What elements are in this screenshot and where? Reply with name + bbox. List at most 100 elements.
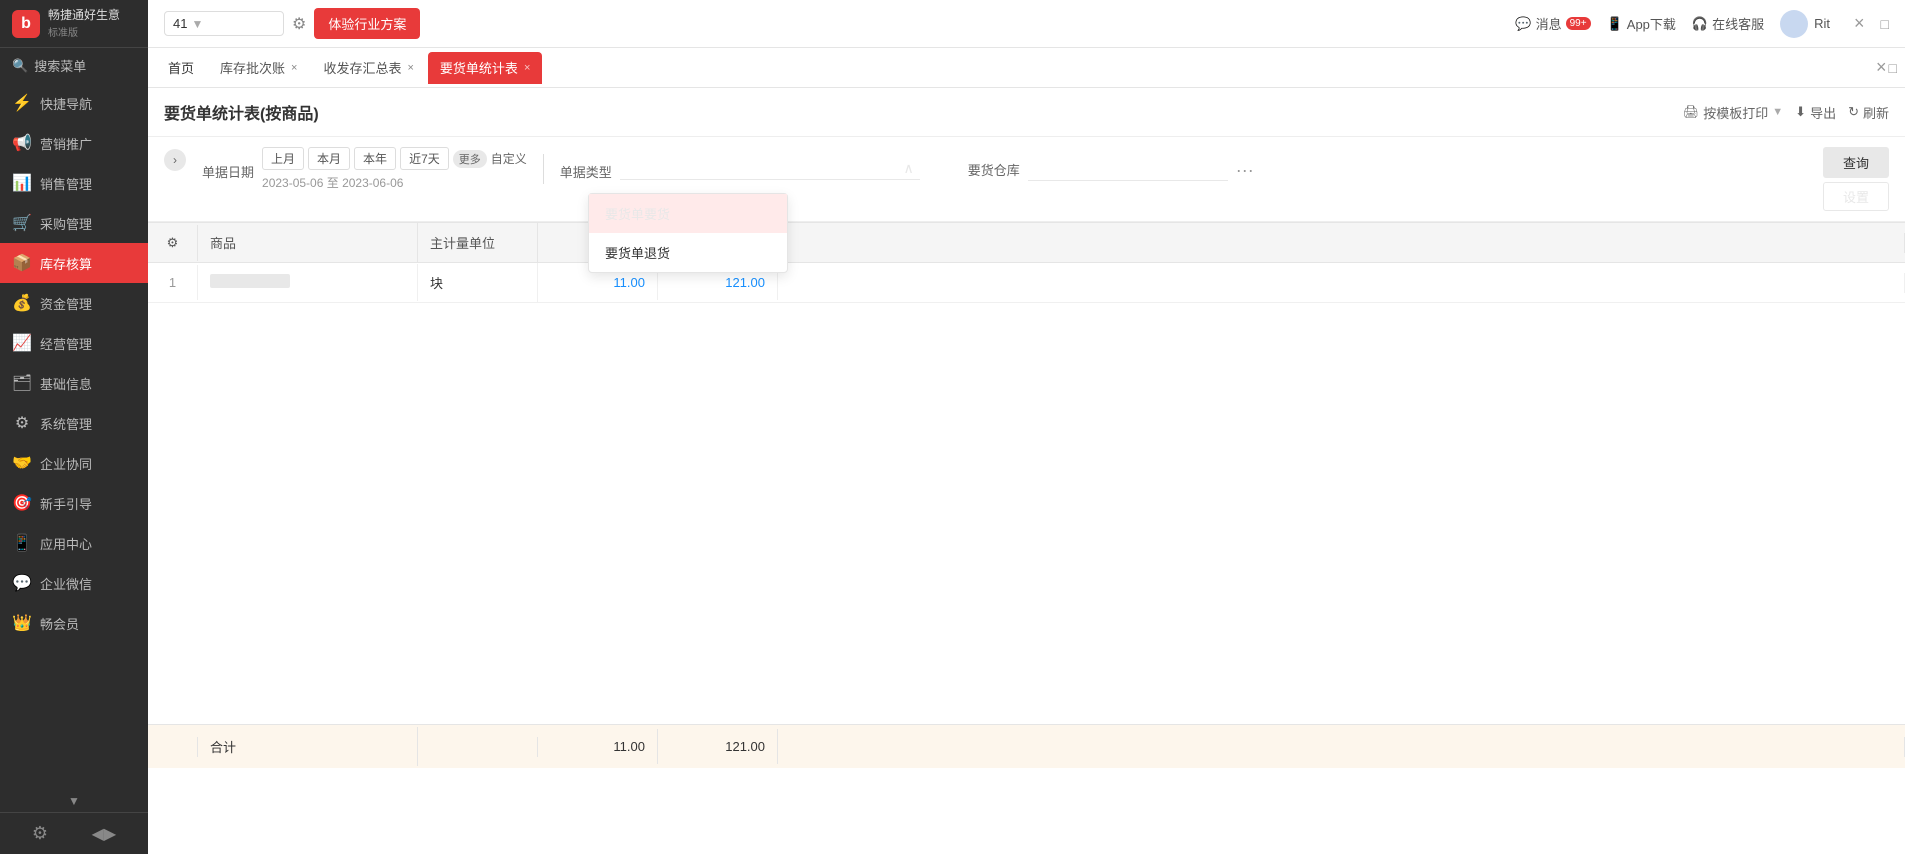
trial-button[interactable]: 体验行业方案 [314, 8, 420, 39]
app-download-button[interactable]: 📱 App下载 [1607, 14, 1676, 33]
sidebar-item-enterprise[interactable]: 🤝 企业协同 [0, 443, 148, 483]
tab-batch-account-close[interactable]: × [291, 62, 297, 74]
sidebar-item-system[interactable]: ⚙ 系统管理 [0, 403, 148, 443]
system-icon: ⚙ [12, 413, 32, 433]
sidebar-item-wechat[interactable]: 💬 企业微信 [0, 563, 148, 603]
tab-order-summary[interactable]: 要货单统计表 × [428, 52, 542, 84]
print-label: 按模板打印 [1703, 103, 1768, 122]
content-inner: 要货单统计表(按商品) 🖨 按模板打印 ▼ ⬇ 导出 ↻ 刷新 [148, 88, 1905, 854]
date-btn-last-7-days[interactable]: 近7天 [400, 147, 449, 170]
type-filter-input[interactable] [626, 161, 904, 176]
col-settings[interactable]: ⚙ [148, 225, 198, 261]
table-header: ⚙ 商品 主计量单位 主数量 零售金额 [148, 222, 1905, 263]
filter-actions: 查询 设置 [1823, 147, 1889, 211]
sidebar-scroll-down[interactable]: ▼ [0, 790, 148, 812]
page-header: 要货单统计表(按商品) 🖨 按模板打印 ▼ ⬇ 导出 ↻ 刷新 [148, 88, 1905, 137]
tab-receive-summary-close[interactable]: × [407, 62, 413, 74]
warehouse-filter: 要货仓库 ··· [968, 157, 1254, 181]
sidebar: b 畅捷通好生意 标准版 🔍 搜索菜单 ⚡ 快捷导航 📢 营销推广 📊 销售管理… [0, 0, 148, 854]
dropdown-item-order-return[interactable]: 要货单退货 [589, 233, 787, 272]
user-menu[interactable]: Rit [1780, 10, 1830, 38]
date-more-badge[interactable]: 更多 [453, 150, 487, 168]
sidebar-item-label: 库存核算 [40, 254, 92, 273]
filter-settings-button[interactable]: 设置 [1823, 182, 1889, 211]
search-icon: 🔍 [12, 58, 28, 74]
date-filter: 上月 本月 本年 近7天 更多 自定义 2023-05-06 至 2023-06… [262, 147, 527, 191]
finance-icon: 💰 [12, 293, 32, 313]
sidebar-item-guide[interactable]: 🎯 新手引导 [0, 483, 148, 523]
sidebar-item-label: 应用中心 [40, 534, 92, 553]
tabbar-expand-icon[interactable]: □ [1889, 60, 1897, 76]
date-btn-this-month[interactable]: 本月 [308, 147, 350, 170]
filter-bar: › 单据日期 上月 本月 本年 近7天 更多 自定义 [148, 137, 1905, 222]
sidebar-item-operations[interactable]: 📈 经营管理 [0, 323, 148, 363]
filter-content: 单据日期 上月 本月 本年 近7天 更多 自定义 2023-05-06 至 20… [202, 147, 1807, 191]
export-button[interactable]: ⬇ 导出 [1795, 103, 1836, 122]
more-filters-icon[interactable]: ··· [1236, 160, 1254, 181]
date-filter-label: 单据日期 [202, 162, 254, 181]
enterprise-icon: 🤝 [12, 453, 32, 473]
tabbar-close-icon[interactable]: × [1876, 57, 1887, 78]
tab-batch-account-label: 库存批次账 [220, 58, 285, 77]
query-button[interactable]: 查询 [1823, 147, 1889, 178]
date-btn-this-year[interactable]: 本年 [354, 147, 396, 170]
search-menu[interactable]: 🔍 搜索菜单 [0, 48, 148, 83]
sidebar-item-label: 销售管理 [40, 174, 92, 193]
sidebar-item-finance[interactable]: 💰 资金管理 [0, 283, 148, 323]
sidebar-item-inventory[interactable]: 📦 库存核算 [0, 243, 148, 283]
table-footer: 合计 11.00 121.00 [148, 724, 1905, 768]
warehouse-input[interactable] [1028, 157, 1228, 181]
print-button[interactable]: 🖨 按模板打印 ▼ [1683, 103, 1783, 122]
refresh-icon: ↻ [1848, 104, 1859, 120]
sidebar-item-sales[interactable]: 📊 销售管理 [0, 163, 148, 203]
message-button[interactable]: 💬 消息 99+ [1515, 14, 1590, 33]
tab-home-label: 首页 [168, 58, 194, 77]
sidebar-item-label: 采购管理 [40, 214, 92, 233]
tab-batch-account[interactable]: 库存批次账 × [208, 52, 309, 84]
sidebar-item-shortcut[interactable]: ⚡ 快捷导航 [0, 83, 148, 123]
footer-rest [778, 737, 1905, 757]
settings-icon[interactable]: ⚙ [32, 823, 48, 844]
store-selector[interactable]: 41 ▼ [164, 11, 284, 36]
operations-icon: 📈 [12, 333, 32, 353]
sidebar-item-appstore[interactable]: 📱 应用中心 [0, 523, 148, 563]
sidebar-item-basic[interactable]: 🗂 基础信息 [0, 363, 148, 403]
marketing-icon: 📢 [12, 133, 32, 153]
tab-receive-summary[interactable]: 收发存汇总表 × [311, 52, 425, 84]
refresh-button[interactable]: ↻ 刷新 [1848, 103, 1889, 122]
filter-row-1: 单据日期 上月 本月 本年 近7天 更多 自定义 2023-05-06 至 20… [202, 147, 1807, 191]
app-name: 畅捷通好生意 [48, 8, 120, 24]
refresh-label: 刷新 [1863, 103, 1889, 122]
cell-product [198, 264, 418, 301]
type-chevron-up-icon[interactable]: ∧ [904, 160, 914, 177]
message-badge: 99+ [1566, 17, 1591, 30]
user-avatar [1780, 10, 1808, 38]
filter-expand-button[interactable]: › [164, 149, 186, 171]
date-buttons: 上月 本月 本年 近7天 更多 自定义 [262, 147, 527, 170]
cell-unit: 块 [418, 263, 538, 302]
sales-icon: 📊 [12, 173, 32, 193]
col-rest [778, 233, 1905, 253]
sidebar-item-purchase[interactable]: 🛒 采购管理 [0, 203, 148, 243]
column-settings-icon[interactable]: ⚙ [167, 235, 179, 250]
dropdown-item-order-purchase[interactable]: 要货单要货 [589, 194, 787, 233]
window-close-button[interactable]: × [1854, 13, 1865, 34]
store-name: 41 [173, 16, 187, 31]
guide-icon: 🎯 [12, 493, 32, 513]
date-btn-last-month[interactable]: 上月 [262, 147, 304, 170]
sidebar-item-member[interactable]: 👑 畅会员 [0, 603, 148, 643]
window-maximize-button[interactable]: □ [1881, 16, 1889, 32]
collapse-icon[interactable]: ◀▶ [92, 824, 117, 844]
logo-icon: b [12, 10, 40, 38]
custom-date-label[interactable]: 自定义 [491, 150, 527, 167]
tab-order-summary-close[interactable]: × [524, 62, 530, 74]
sidebar-item-label: 快捷导航 [40, 94, 92, 113]
settings-gear-icon[interactable]: ⚙ [292, 14, 306, 34]
search-menu-label: 搜索菜单 [34, 56, 86, 75]
footer-unit [418, 737, 538, 757]
export-icon: ⬇ [1795, 104, 1806, 120]
online-service-button[interactable]: 🎧 在线客服 [1692, 14, 1764, 33]
tab-home[interactable]: 首页 [156, 52, 206, 84]
data-table: ⚙ 商品 主计量单位 主数量 零售金额 1 块 11.00 121.0 [148, 222, 1905, 768]
sidebar-item-marketing[interactable]: 📢 营销推广 [0, 123, 148, 163]
